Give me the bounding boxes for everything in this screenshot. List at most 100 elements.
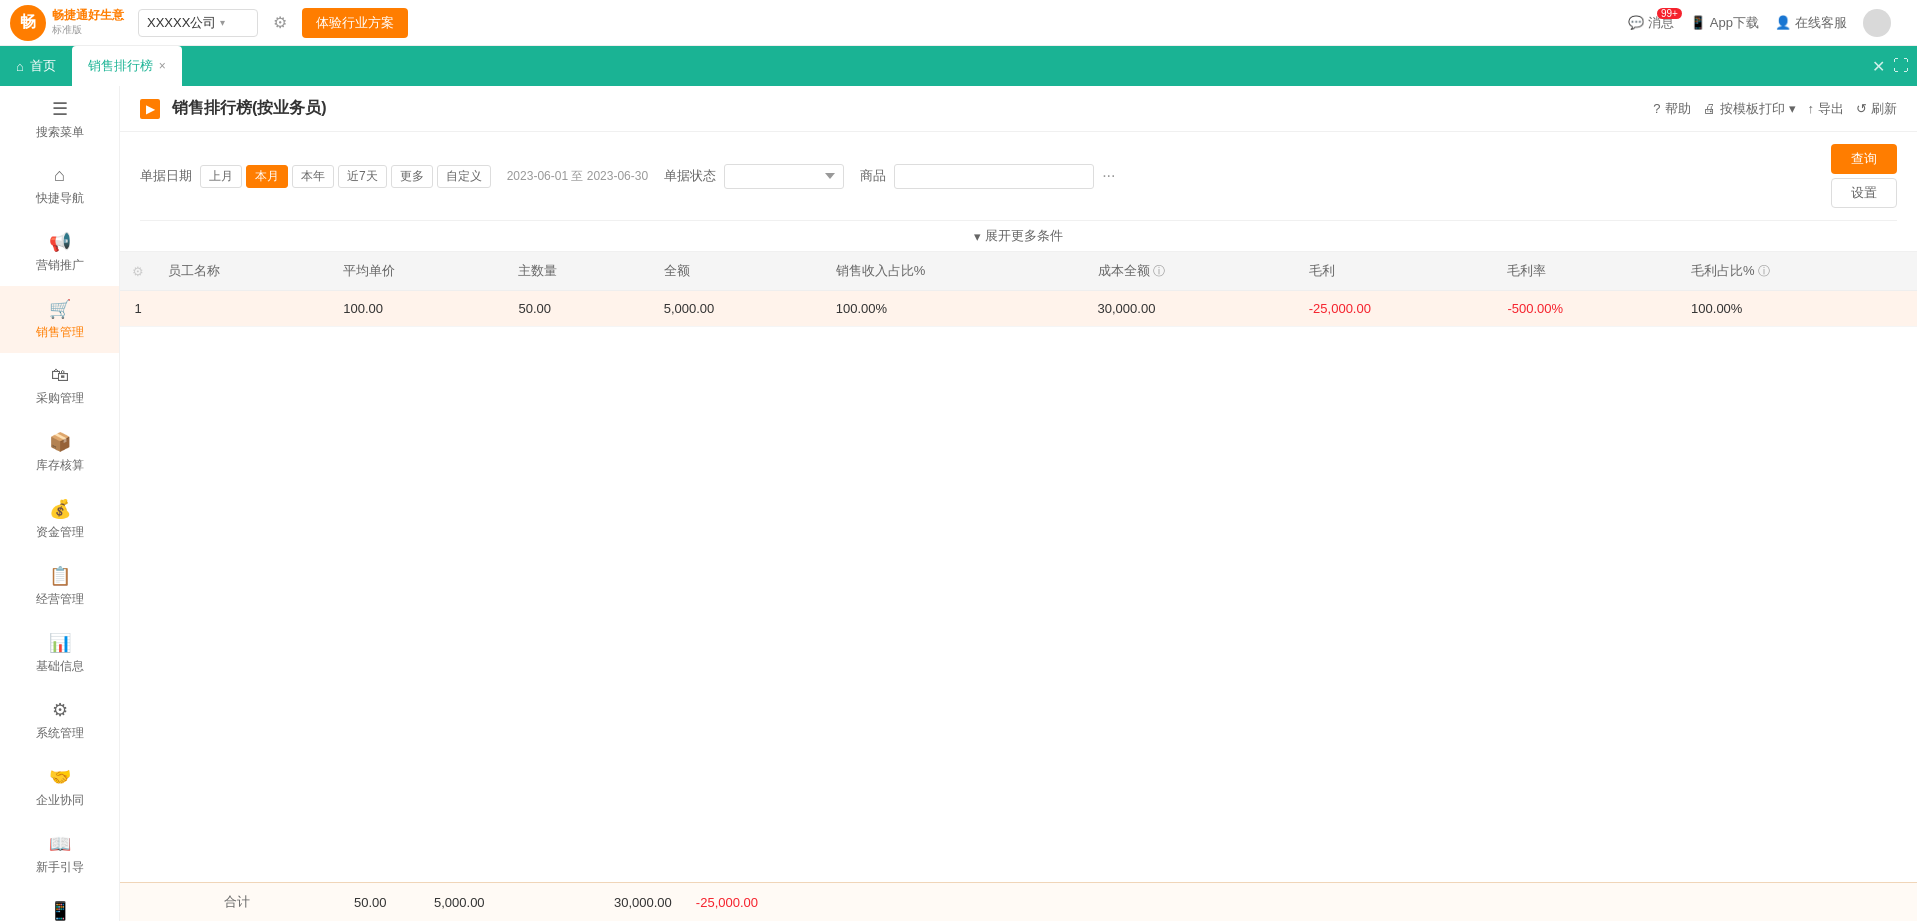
more-dots-icon[interactable]: ···: [1102, 167, 1115, 185]
cell-amount: 5,000.00: [652, 291, 824, 327]
goods-input[interactable]: [894, 164, 1094, 189]
col-cost-amount: 成本全额 ⓘ: [1086, 252, 1297, 291]
sidebar-item-基础信息[interactable]: 📊基础信息: [0, 620, 119, 687]
date-filter: 单据日期 上月本月本年近7天更多自定义 2023-06-01 至 2023-06…: [140, 165, 648, 188]
sidebar-item-营销推广[interactable]: 📢营销推广: [0, 219, 119, 286]
sidebar-item-资金管理[interactable]: 💰资金管理: [0, 486, 119, 553]
col-employee-name: 员工名称: [156, 252, 331, 291]
sidebar-item-库存核算[interactable]: 📦库存核算: [0, 419, 119, 486]
date-btn-自定义[interactable]: 自定义: [437, 165, 491, 188]
message-button[interactable]: 💬 消息 99+: [1628, 14, 1674, 32]
header-right: 💬 消息 99+ 📱 App下载 👤 在线客服: [1628, 9, 1907, 37]
footer-profit: -25,000.00: [684, 895, 770, 910]
logo-area: 畅 畅捷通好生意 标准版: [10, 5, 130, 41]
phone-icon: 📱: [1690, 15, 1706, 30]
col-settings-icon[interactable]: ⚙: [120, 252, 156, 291]
date-btn-更多[interactable]: 更多: [391, 165, 433, 188]
logo-icon: 畅: [10, 5, 46, 41]
nav-right-buttons: ✕ ⛶: [1872, 57, 1917, 76]
company-select[interactable]: XXXXX公司 ▾: [138, 9, 258, 37]
col-avg-price: 平均单价: [331, 252, 506, 291]
date-btn-本月[interactable]: 本月: [246, 165, 288, 188]
expand-label: 展开更多条件: [985, 227, 1063, 245]
sidebar-item-新手引导[interactable]: 📖新手引导: [0, 821, 119, 888]
close-icon[interactable]: ×: [159, 59, 166, 73]
help-icon: ?: [1653, 101, 1660, 116]
app-label: App下载: [1710, 14, 1759, 32]
goods-filter: 商品 ···: [860, 164, 1115, 189]
sidebar-item-企业协同[interactable]: 🤝企业协同: [0, 754, 119, 821]
expand-conditions-button[interactable]: ▾ 展开更多条件: [974, 227, 1063, 245]
date-btn-近7天[interactable]: 近7天: [338, 165, 387, 188]
company-name: XXXXX公司: [147, 14, 216, 32]
settings-icon-btn[interactable]: ⚙: [266, 9, 294, 37]
refresh-button[interactable]: ↺ 刷新: [1856, 100, 1897, 118]
date-range: 2023-06-01 至 2023-06-30: [507, 168, 648, 185]
date-btn-上月[interactable]: 上月: [200, 165, 242, 188]
status-filter: 单据状态: [664, 164, 844, 189]
footer-total-label: 合计: [212, 893, 262, 911]
logo-sub: 标准版: [52, 23, 124, 37]
footer-cost-amount: 30,000.00: [602, 895, 684, 910]
sidebar-item-应用中心[interactable]: 📱应用中心: [0, 888, 119, 921]
cell-main-qty: 50.00: [506, 291, 651, 327]
app-download-button[interactable]: 📱 App下载: [1690, 14, 1759, 32]
date-btn-本年[interactable]: 本年: [292, 165, 334, 188]
col-main-qty: 主数量: [506, 252, 651, 291]
sidebar-item-系统管理[interactable]: ⚙系统管理: [0, 687, 119, 754]
tab-home[interactable]: ⌂ 首页: [0, 46, 72, 86]
online-service-button[interactable]: 👤 在线客服: [1775, 14, 1847, 32]
table-footer: 合计 50.00 5,000.00 30,000.00 -25,000.00: [120, 882, 1917, 921]
refresh-icon: ↺: [1856, 101, 1867, 116]
export-button[interactable]: ↑ 导出: [1808, 100, 1845, 118]
cell-seq: 1: [120, 291, 156, 327]
sidebar-item-经营管理[interactable]: 📋经营管理: [0, 553, 119, 620]
tab-sales-ranking[interactable]: 销售排行榜 ×: [72, 46, 182, 86]
sidebar-item-快捷导航[interactable]: ⌂快捷导航: [0, 153, 119, 219]
col-profit-pct: 毛利占比% ⓘ: [1679, 252, 1917, 291]
table-body: 1 100.00 50.00 5,000.00 100.00% 30,000.0…: [120, 291, 1917, 327]
filter-area: 单据日期 上月本月本年近7天更多自定义 2023-06-01 至 2023-06…: [120, 132, 1917, 252]
goods-label: 商品: [860, 167, 886, 185]
message-icon: 💬: [1628, 15, 1644, 30]
expand-filter-icon[interactable]: ▶: [140, 99, 160, 119]
message-badge: 99+: [1657, 8, 1682, 19]
table-row: 1 100.00 50.00 5,000.00 100.00% 30,000.0…: [120, 291, 1917, 327]
cell-avg-price: 100.00: [331, 291, 506, 327]
status-select[interactable]: [724, 164, 844, 189]
page-header-actions: ? 帮助 🖨 按模板打印 ▾ ↑ 导出 ↺ 刷新: [1653, 100, 1897, 118]
service-label: 在线客服: [1795, 14, 1847, 32]
cell-profit-rate: -500.00%: [1495, 291, 1679, 327]
home-tab-label: 首页: [30, 57, 56, 75]
col-profit: 毛利: [1297, 252, 1496, 291]
col-sales-pct: 销售收入占比%: [824, 252, 1086, 291]
avatar[interactable]: [1863, 9, 1891, 37]
sidebar-item-销售管理[interactable]: 🛒销售管理: [0, 286, 119, 353]
print-button[interactable]: 🖨 按模板打印 ▾: [1703, 100, 1796, 118]
sidebar-item-搜索菜单[interactable]: ☰搜索菜单: [0, 86, 119, 153]
tab-active-label: 销售排行榜: [88, 57, 153, 75]
filter-setting-button[interactable]: 设置: [1831, 178, 1897, 208]
print-icon: 🖨: [1703, 101, 1716, 116]
profit-pct-info-icon[interactable]: ⓘ: [1758, 264, 1770, 278]
nav-close-btn[interactable]: ✕: [1872, 57, 1885, 76]
table-header-row: ⚙ 员工名称 平均单价 主数量 全额 销售收入占比% 成本全额 ⓘ 毛利 毛利率…: [120, 252, 1917, 291]
cell-sales-pct: 100.00%: [824, 291, 1086, 327]
col-amount: 全额: [652, 252, 824, 291]
table-wrapper: ⚙ 员工名称 平均单价 主数量 全额 销售收入占比% 成本全额 ⓘ 毛利 毛利率…: [120, 252, 1917, 882]
nav-expand-btn[interactable]: ⛶: [1893, 57, 1909, 75]
expand-row: ▾ 展开更多条件: [140, 220, 1897, 251]
service-icon: 👤: [1775, 15, 1791, 30]
cell-name: [156, 291, 331, 327]
filter-row-1: 单据日期 上月本月本年近7天更多自定义 2023-06-01 至 2023-06…: [140, 144, 1897, 220]
help-button[interactable]: ? 帮助: [1653, 100, 1690, 118]
col-profit-rate: 毛利率: [1495, 252, 1679, 291]
top-header: 畅 畅捷通好生意 标准版 XXXXX公司 ▾ ⚙ 体验行业方案 💬 消息 99+…: [0, 0, 1917, 46]
cost-info-icon[interactable]: ⓘ: [1153, 264, 1165, 278]
sidebar-item-采购管理[interactable]: 🛍采购管理: [0, 353, 119, 419]
cell-cost-amount: 30,000.00: [1086, 291, 1297, 327]
query-button[interactable]: 查询: [1831, 144, 1897, 174]
filter-actions: 查询 设置: [1831, 144, 1897, 208]
cell-profit-pct: 100.00%: [1679, 291, 1917, 327]
trial-button[interactable]: 体验行业方案: [302, 8, 408, 38]
